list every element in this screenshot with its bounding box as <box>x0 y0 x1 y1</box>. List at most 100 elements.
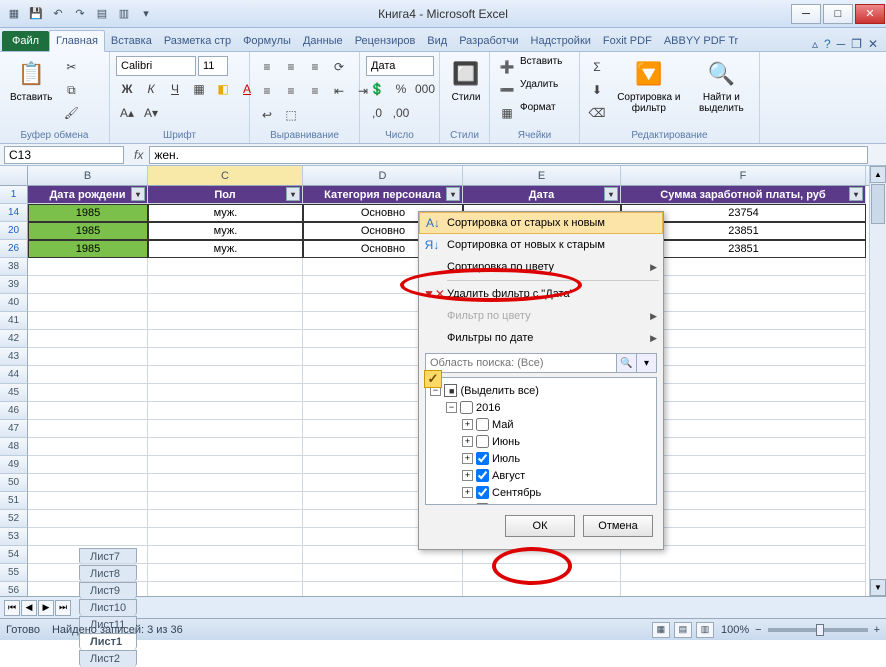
row-header[interactable]: 1 <box>0 186 28 204</box>
copy-icon[interactable]: ⧉ <box>60 79 82 101</box>
align-left-icon[interactable]: ≡ <box>256 80 278 102</box>
minimize-button[interactable]: ─ <box>791 4 821 24</box>
cell[interactable] <box>463 564 621 582</box>
cell[interactable] <box>28 312 148 330</box>
cell[interactable]: 1985 <box>28 204 148 222</box>
cell[interactable] <box>148 492 303 510</box>
fx-button[interactable]: fx <box>128 148 149 162</box>
bold-button[interactable]: Ж <box>116 78 138 100</box>
col-header-C[interactable]: C <box>148 166 303 185</box>
row-header[interactable]: 14 <box>0 204 28 222</box>
qat-extra2-icon[interactable]: ▥ <box>114 4 134 24</box>
row-header[interactable]: 49 <box>0 456 28 474</box>
pagebreak-view-icon[interactable]: ▥ <box>696 622 714 638</box>
tab-developer[interactable]: Разработчи <box>453 31 524 51</box>
tab-view[interactable]: Вид <box>421 31 453 51</box>
cell[interactable] <box>148 402 303 420</box>
cell[interactable] <box>28 348 148 366</box>
doc-close-icon[interactable]: ✕ <box>868 37 878 51</box>
tab-pagelayout[interactable]: Разметка стр <box>158 31 237 51</box>
expand-icon[interactable]: + <box>462 419 473 430</box>
row-header[interactable]: 52 <box>0 510 28 528</box>
cell[interactable] <box>303 564 463 582</box>
styles-button[interactable]: 🔲 Стили <box>446 56 486 105</box>
cell[interactable] <box>28 384 148 402</box>
close-button[interactable]: ✕ <box>855 4 885 24</box>
tree-month[interactable]: + Август <box>430 467 652 484</box>
cell[interactable] <box>28 528 148 546</box>
row-header[interactable]: 46 <box>0 402 28 420</box>
cell[interactable] <box>148 528 303 546</box>
row-header[interactable]: 26 <box>0 240 28 258</box>
border-button[interactable]: ▦ <box>188 78 210 100</box>
cell[interactable] <box>303 582 463 596</box>
cell[interactable] <box>148 384 303 402</box>
cell[interactable] <box>148 582 303 596</box>
format-label[interactable]: Формат <box>520 102 556 124</box>
doc-restore-icon[interactable]: ❐ <box>851 37 862 51</box>
row-header[interactable]: 38 <box>0 258 28 276</box>
autosum-icon[interactable]: Σ <box>586 56 608 78</box>
row-header[interactable]: 54 <box>0 546 28 564</box>
search-icon[interactable]: 🔍 <box>617 353 637 373</box>
cell[interactable] <box>28 474 148 492</box>
currency-icon[interactable]: 💲 <box>366 78 388 100</box>
tab-abbyy[interactable]: ABBYY PDF Tr <box>658 31 744 51</box>
row-header[interactable]: 44 <box>0 366 28 384</box>
tab-addins[interactable]: Надстройки <box>525 31 597 51</box>
cell[interactable] <box>28 258 148 276</box>
insert-cells-icon[interactable]: ➕ <box>496 56 518 78</box>
sort-ascending-item[interactable]: A↓ Сортировка от старых к новым <box>419 212 663 234</box>
clear-filter-item[interactable]: ▼✕ Удалить фильтр с "Дата" <box>419 283 663 305</box>
align-right-icon[interactable]: ≡ <box>304 80 326 102</box>
name-box[interactable]: C13 <box>4 146 124 164</box>
filter-btn-B[interactable]: ▾ <box>131 187 145 201</box>
align-mid-icon[interactable]: ≡ <box>280 56 302 78</box>
row-header[interactable]: 53 <box>0 528 28 546</box>
scroll-up-icon[interactable]: ▲ <box>870 166 886 183</box>
search-dropdown-icon[interactable]: ▾ <box>637 353 657 373</box>
sort-filter-button[interactable]: 🔽 Сортировка и фильтр <box>612 56 686 116</box>
formula-input[interactable]: жен. <box>149 146 868 164</box>
delete-cells-icon[interactable]: ➖ <box>496 79 518 101</box>
tree-select-all[interactable]: − ■ (Выделить все) <box>430 382 652 399</box>
zoom-in-icon[interactable]: + <box>874 624 880 636</box>
scroll-thumb[interactable] <box>871 184 885 224</box>
row-header[interactable]: 47 <box>0 420 28 438</box>
normal-view-icon[interactable]: ▦ <box>652 622 670 638</box>
scroll-down-icon[interactable]: ▼ <box>870 579 886 596</box>
insert-label[interactable]: Вставить <box>520 56 562 78</box>
row-header[interactable]: 41 <box>0 312 28 330</box>
cell[interactable] <box>28 582 148 596</box>
cut-icon[interactable]: ✂ <box>60 56 82 78</box>
save-icon[interactable]: 💾 <box>26 4 46 24</box>
zoom-level[interactable]: 100% <box>721 624 749 636</box>
filter-btn-C[interactable]: ▾ <box>286 187 300 201</box>
pagelayout-view-icon[interactable]: ▤ <box>674 622 692 638</box>
cell[interactable] <box>28 402 148 420</box>
row-header[interactable]: 51 <box>0 492 28 510</box>
cancel-button[interactable]: Отмена <box>583 515 653 537</box>
expand-icon[interactable]: + <box>462 436 473 447</box>
file-tab[interactable]: Файл <box>2 31 49 51</box>
row-header[interactable]: 43 <box>0 348 28 366</box>
percent-icon[interactable]: % <box>390 78 412 100</box>
row-header[interactable]: 45 <box>0 384 28 402</box>
cell[interactable] <box>28 492 148 510</box>
indent-dec-icon[interactable]: ⇤ <box>328 80 350 102</box>
cell[interactable] <box>463 582 621 596</box>
sort-descending-item[interactable]: Я↓ Сортировка от новых к старым <box>419 234 663 256</box>
expand-icon[interactable]: + <box>462 470 473 481</box>
qat-dropdown-icon[interactable]: ▾ <box>136 4 156 24</box>
col-header-D[interactable]: D <box>303 166 463 185</box>
undo-icon[interactable]: ↶ <box>48 4 68 24</box>
tab-foxit[interactable]: Foxit PDF <box>597 31 658 51</box>
cell[interactable] <box>148 312 303 330</box>
month-checkbox[interactable] <box>476 452 489 465</box>
font-size-select[interactable]: 11 <box>198 56 228 76</box>
maximize-button[interactable]: □ <box>823 4 853 24</box>
inc-decimal-icon[interactable]: ,0 <box>366 102 388 124</box>
cell[interactable] <box>148 564 303 582</box>
cell[interactable]: 1985 <box>28 222 148 240</box>
font-name-select[interactable]: Calibri <box>116 56 196 76</box>
